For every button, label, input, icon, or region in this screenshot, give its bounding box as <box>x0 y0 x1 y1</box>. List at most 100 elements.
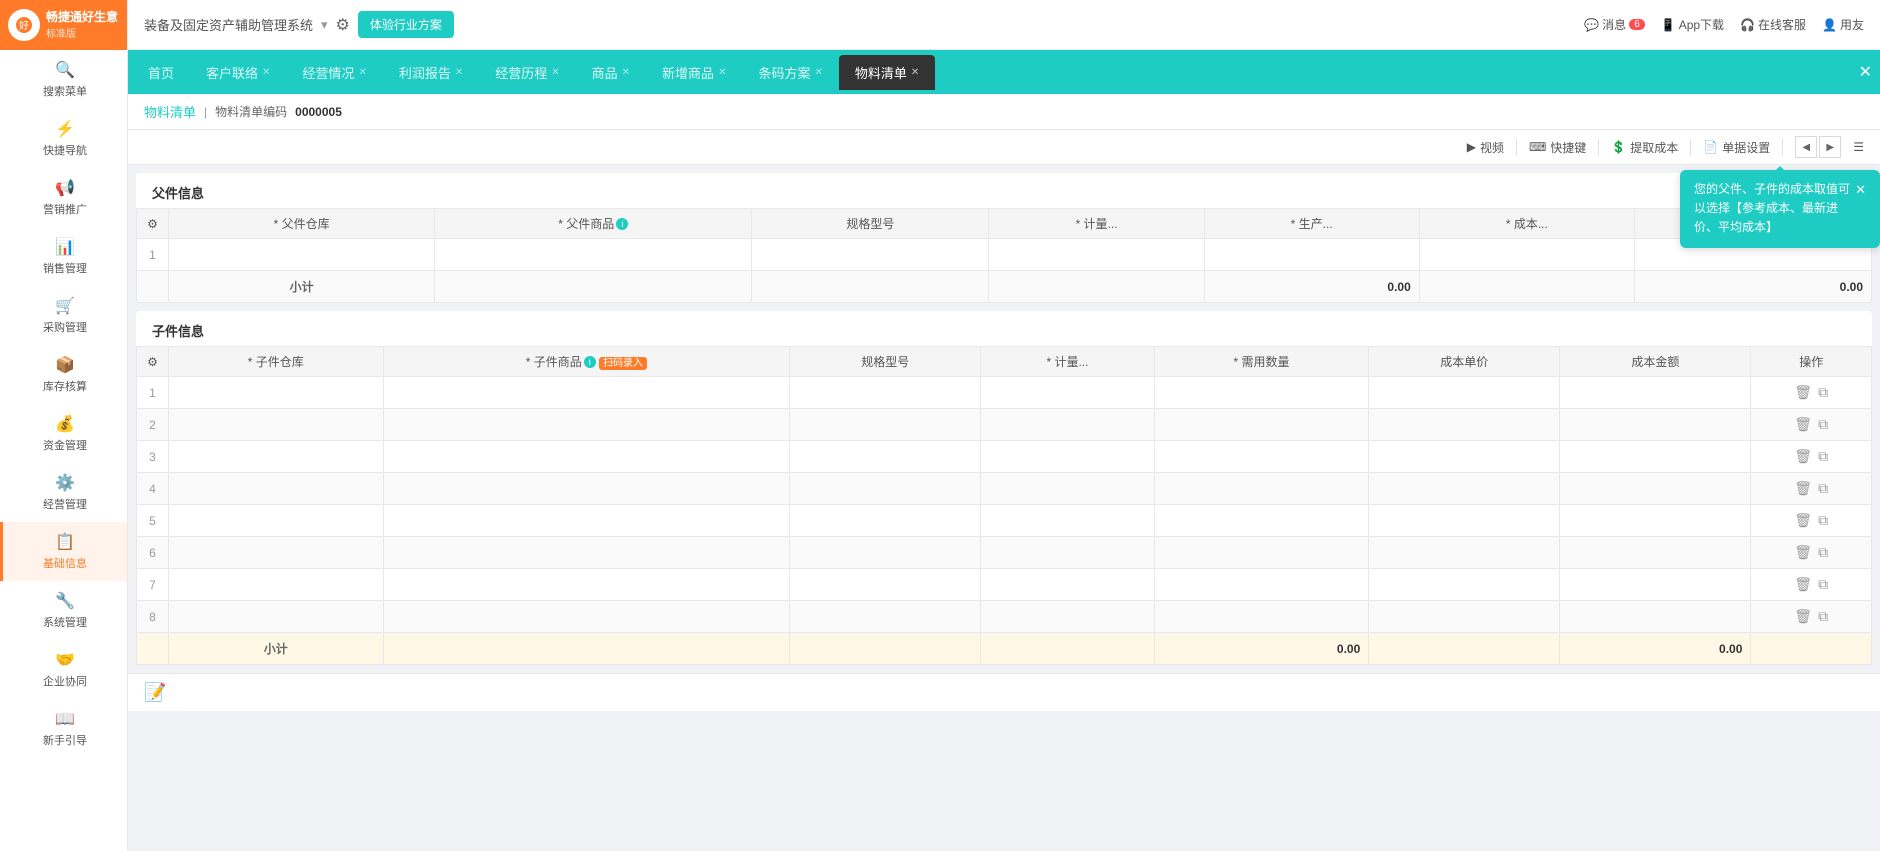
child-product-3[interactable] <box>383 441 790 473</box>
child-qty-8[interactable] <box>1154 601 1369 633</box>
child-product-8[interactable] <box>383 601 790 633</box>
child-unit-cost-6[interactable] <box>1369 537 1560 569</box>
child-unit-8[interactable] <box>981 601 1154 633</box>
child-qty-7[interactable] <box>1154 569 1369 601</box>
sidebar-item-sales[interactable]: 📊销售管理 <box>0 227 127 286</box>
nav-tab-1[interactable]: 客户联络✕ <box>190 55 286 90</box>
nav-tab-close-2[interactable]: ✕ <box>358 67 366 78</box>
child-spec-8[interactable] <box>790 601 981 633</box>
child-spec-7[interactable] <box>790 569 981 601</box>
nav-tab-close-3[interactable]: ✕ <box>455 67 463 78</box>
child-unit-5[interactable] <box>981 505 1154 537</box>
nav-tab-5[interactable]: 商品✕ <box>576 55 646 90</box>
child-qty-4[interactable] <box>1154 473 1369 505</box>
child-unit-cost-8[interactable] <box>1369 601 1560 633</box>
child-amount-4[interactable] <box>1560 473 1751 505</box>
child-warehouse-7[interactable] <box>169 569 384 601</box>
child-unit-3[interactable] <box>981 441 1154 473</box>
sidebar-item-quick-nav[interactable]: ⚡快捷导航 <box>0 109 127 168</box>
child-copy-btn-4[interactable]: ⧉ <box>1818 480 1828 497</box>
list-view-btn[interactable]: ☰ <box>1853 140 1864 154</box>
nav-tab-6[interactable]: 新增商品✕ <box>646 55 742 90</box>
child-delete-btn-1[interactable]: 🗑 <box>1794 384 1812 401</box>
sidebar-item-finance[interactable]: 💰资金管理 <box>0 404 127 463</box>
sidebar-item-search[interactable]: 🔍搜索菜单 <box>0 50 127 109</box>
child-product-5[interactable] <box>383 505 790 537</box>
child-unit-4[interactable] <box>981 473 1154 505</box>
child-delete-btn-6[interactable]: 🗑 <box>1794 544 1812 561</box>
user-avatar[interactable]: 👤 用友 <box>1822 16 1864 33</box>
child-unit-cost-2[interactable] <box>1369 409 1560 441</box>
child-unit-1[interactable] <box>981 377 1154 409</box>
nav-tab-4[interactable]: 经营历程✕ <box>479 55 575 90</box>
sidebar-item-enterprise[interactable]: 🤝企业协同 <box>0 640 127 699</box>
nav-tab-0[interactable]: 首页 <box>132 55 190 90</box>
trial-btn[interactable]: 体验行业方案 <box>358 11 454 38</box>
child-product-7[interactable] <box>383 569 790 601</box>
shortcut-btn[interactable]: ⌨ 快捷键 <box>1529 139 1586 156</box>
child-delete-btn-4[interactable]: 🗑 <box>1794 480 1812 497</box>
child-unit-2[interactable] <box>981 409 1154 441</box>
child-spec-4[interactable] <box>790 473 981 505</box>
tooltip-close-btn[interactable]: ✕ <box>1855 180 1866 201</box>
child-delete-btn-5[interactable]: 🗑 <box>1794 512 1812 529</box>
sidebar-item-guide[interactable]: 📖新手引导 <box>0 699 127 758</box>
single-setting-btn[interactable]: 📄 单据设置 <box>1703 139 1770 156</box>
sidebar-item-ops[interactable]: ⚙️经营管理 <box>0 463 127 522</box>
nav-tab-close-7[interactable]: ✕ <box>814 67 822 78</box>
child-qty-5[interactable] <box>1154 505 1369 537</box>
parent-cost-1[interactable] <box>1419 239 1634 271</box>
child-product-2[interactable] <box>383 409 790 441</box>
child-spec-1[interactable] <box>790 377 981 409</box>
child-spec-2[interactable] <box>790 409 981 441</box>
nav-tab-8[interactable]: 物料清单✕ <box>839 55 935 90</box>
child-copy-btn-2[interactable]: ⧉ <box>1818 416 1828 433</box>
sidebar-item-inventory[interactable]: 📦库存核算 <box>0 345 127 404</box>
sidebar-item-marketing[interactable]: 📢营销推广 <box>0 168 127 227</box>
nav-tab-close-4[interactable]: ✕ <box>551 67 559 78</box>
nav-next-btn[interactable]: ▶ <box>1819 136 1841 158</box>
child-unit-cost-5[interactable] <box>1369 505 1560 537</box>
child-warehouse-4[interactable] <box>169 473 384 505</box>
child-amount-5[interactable] <box>1560 505 1751 537</box>
sidebar-item-sys-mgmt[interactable]: 🔧系统管理 <box>0 581 127 640</box>
child-unit-cost-1[interactable] <box>1369 377 1560 409</box>
child-copy-btn-8[interactable]: ⧉ <box>1818 608 1828 625</box>
child-spec-6[interactable] <box>790 537 981 569</box>
child-copy-btn-5[interactable]: ⧉ <box>1818 512 1828 529</box>
app-download-btn[interactable]: 📱 App下载 <box>1661 16 1724 33</box>
child-unit-6[interactable] <box>981 537 1154 569</box>
child-delete-btn-2[interactable]: 🗑 <box>1794 416 1812 433</box>
child-amount-6[interactable] <box>1560 537 1751 569</box>
nav-tab-close-6[interactable]: ✕ <box>718 67 726 78</box>
nav-tab-close-8[interactable]: ✕ <box>911 67 919 78</box>
child-amount-8[interactable] <box>1560 601 1751 633</box>
child-delete-btn-3[interactable]: 🗑 <box>1794 448 1812 465</box>
child-warehouse-3[interactable] <box>169 441 384 473</box>
child-warehouse-1[interactable] <box>169 377 384 409</box>
child-amount-7[interactable] <box>1560 569 1751 601</box>
message-btn[interactable]: 💬 消息 6 <box>1584 16 1645 33</box>
child-warehouse-6[interactable] <box>169 537 384 569</box>
view-btn[interactable]: ▶ 视频 <box>1467 139 1504 156</box>
dropdown-arrow-icon[interactable]: ▾ <box>321 17 328 33</box>
child-copy-btn-3[interactable]: ⧉ <box>1818 448 1828 465</box>
sidebar-item-basic-info[interactable]: 📋基础信息 <box>0 522 127 581</box>
child-spec-5[interactable] <box>790 505 981 537</box>
child-warehouse-8[interactable] <box>169 601 384 633</box>
nav-close-all-btn[interactable]: ✕ <box>1855 58 1876 86</box>
parent-product-1[interactable] <box>435 239 752 271</box>
parent-warehouse-1[interactable] <box>169 239 435 271</box>
child-delete-btn-7[interactable]: 🗑 <box>1794 576 1812 593</box>
parent-spec-1[interactable] <box>752 239 989 271</box>
child-warehouse-2[interactable] <box>169 409 384 441</box>
settings-icon[interactable]: ⚙ <box>336 15 350 35</box>
child-product-6[interactable] <box>383 537 790 569</box>
child-copy-btn-7[interactable]: ⧉ <box>1818 576 1828 593</box>
child-unit-cost-7[interactable] <box>1369 569 1560 601</box>
child-qty-6[interactable] <box>1154 537 1369 569</box>
parent-produce-1[interactable] <box>1204 239 1419 271</box>
parent-unit-1[interactable] <box>989 239 1204 271</box>
extract-cost-btn[interactable]: 💲 提取成本 <box>1611 139 1678 156</box>
child-unit-cost-3[interactable] <box>1369 441 1560 473</box>
